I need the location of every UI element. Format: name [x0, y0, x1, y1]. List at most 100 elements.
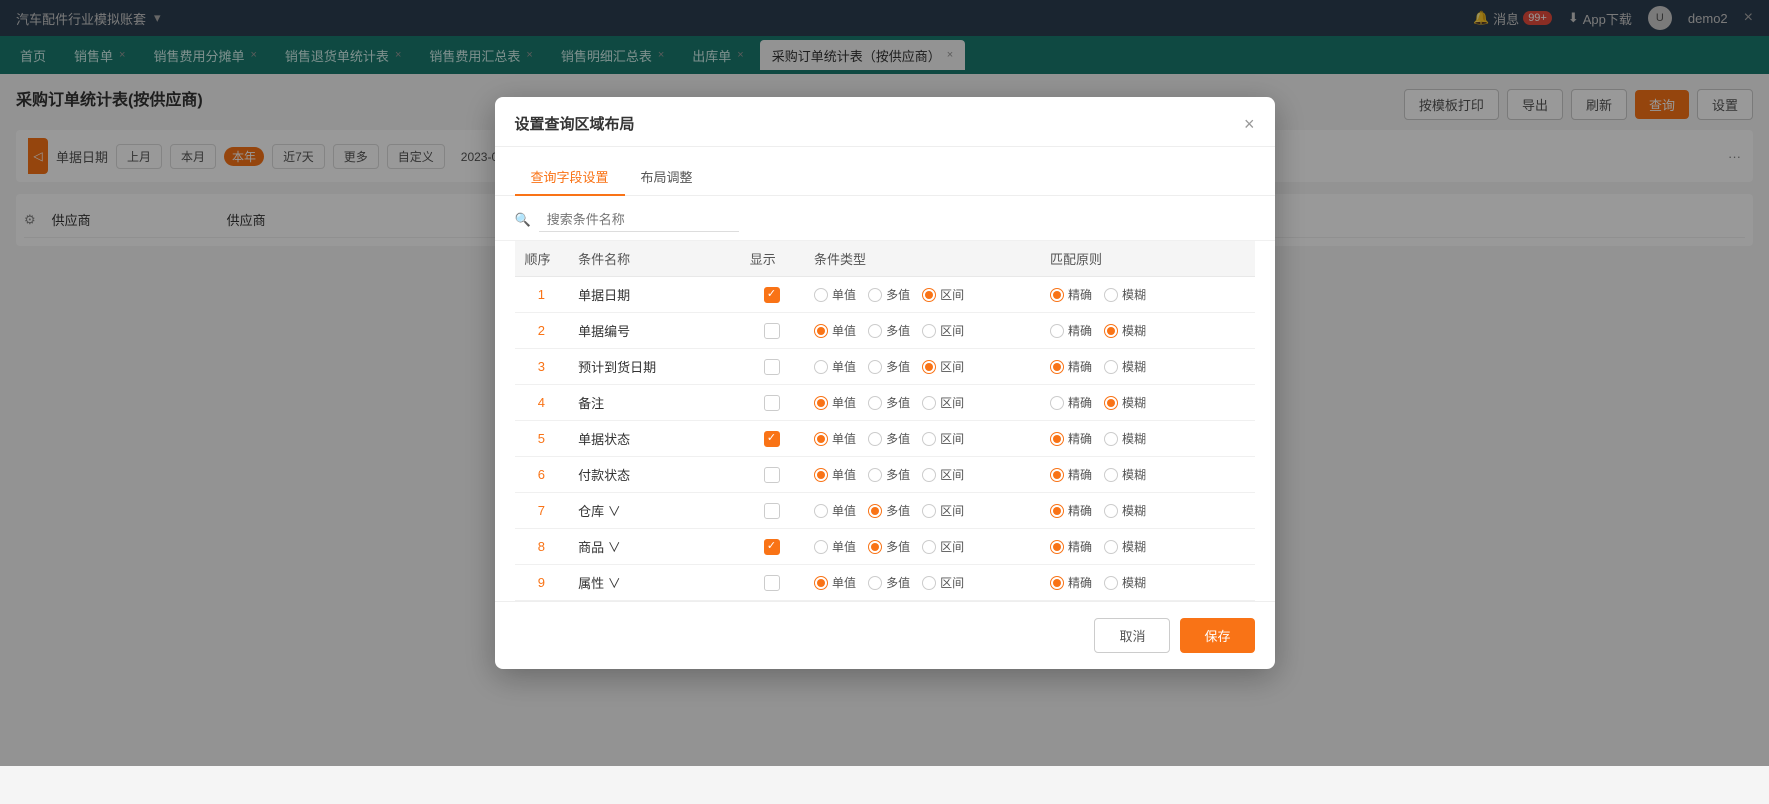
type-radio-item[interactable]: 多值 — [868, 358, 910, 375]
type-radio[interactable] — [922, 396, 936, 410]
type-radio-item[interactable]: 区间 — [922, 574, 964, 591]
type-radio[interactable] — [922, 432, 936, 446]
type-radio[interactable] — [868, 288, 882, 302]
type-radio-item[interactable]: 区间 — [922, 538, 964, 555]
match-radio-item[interactable]: 精确 — [1050, 358, 1092, 375]
type-radio-item[interactable]: 多值 — [868, 538, 910, 555]
cell-show[interactable] — [740, 565, 804, 601]
type-radio[interactable] — [868, 576, 882, 590]
type-radio[interactable] — [922, 468, 936, 482]
match-radio-item[interactable]: 模糊 — [1104, 538, 1146, 555]
show-checkbox[interactable] — [764, 503, 780, 519]
type-radio[interactable] — [922, 288, 936, 302]
match-radio-item[interactable]: 精确 — [1050, 574, 1092, 591]
tab-query-fields[interactable]: 查询字段设置 — [515, 159, 625, 196]
match-radio[interactable] — [1104, 288, 1118, 302]
match-radio[interactable] — [1050, 576, 1064, 590]
type-radio-item[interactable]: 区间 — [922, 394, 964, 411]
type-radio-item[interactable]: 单值 — [814, 466, 856, 483]
match-radio[interactable] — [1050, 540, 1064, 554]
match-radio[interactable] — [1104, 468, 1118, 482]
type-radio[interactable] — [922, 324, 936, 338]
cell-show[interactable] — [740, 421, 804, 457]
type-radio-item[interactable]: 区间 — [922, 322, 964, 339]
show-checkbox[interactable] — [764, 539, 780, 555]
match-radio-item[interactable]: 模糊 — [1104, 358, 1146, 375]
type-radio-item[interactable]: 多值 — [868, 430, 910, 447]
cell-show[interactable] — [740, 457, 804, 493]
type-radio[interactable] — [922, 540, 936, 554]
match-radio[interactable] — [1050, 324, 1064, 338]
match-radio[interactable] — [1104, 432, 1118, 446]
save-button[interactable]: 保存 — [1180, 618, 1254, 653]
type-radio-item[interactable]: 单值 — [814, 430, 856, 447]
type-radio-item[interactable]: 多值 — [868, 466, 910, 483]
show-checkbox[interactable] — [764, 359, 780, 375]
type-radio-item[interactable]: 单值 — [814, 574, 856, 591]
type-radio[interactable] — [868, 432, 882, 446]
match-radio-item[interactable]: 模糊 — [1104, 322, 1146, 339]
match-radio[interactable] — [1104, 504, 1118, 518]
type-radio-item[interactable]: 单值 — [814, 502, 856, 519]
type-radio[interactable] — [814, 576, 828, 590]
type-radio[interactable] — [868, 504, 882, 518]
type-radio-item[interactable]: 单值 — [814, 394, 856, 411]
type-radio[interactable] — [868, 324, 882, 338]
type-radio-item[interactable]: 区间 — [922, 430, 964, 447]
match-radio-item[interactable]: 精确 — [1050, 502, 1092, 519]
match-radio-item[interactable]: 模糊 — [1104, 286, 1146, 303]
match-radio-item[interactable]: 精确 — [1050, 538, 1092, 555]
type-radio-item[interactable]: 区间 — [922, 502, 964, 519]
show-checkbox[interactable] — [764, 467, 780, 483]
show-checkbox[interactable] — [764, 431, 780, 447]
type-radio[interactable] — [814, 360, 828, 374]
match-radio[interactable] — [1050, 432, 1064, 446]
type-radio-item[interactable]: 多值 — [868, 286, 910, 303]
type-radio-item[interactable]: 单值 — [814, 322, 856, 339]
match-radio[interactable] — [1050, 288, 1064, 302]
dialog-close-button[interactable]: × — [1244, 115, 1255, 133]
match-radio[interactable] — [1050, 468, 1064, 482]
match-radio[interactable] — [1104, 324, 1118, 338]
type-radio-item[interactable]: 单值 — [814, 358, 856, 375]
match-radio[interactable] — [1050, 396, 1064, 410]
match-radio-item[interactable]: 模糊 — [1104, 430, 1146, 447]
type-radio[interactable] — [922, 576, 936, 590]
type-radio[interactable] — [922, 504, 936, 518]
type-radio-item[interactable]: 多值 — [868, 394, 910, 411]
type-radio[interactable] — [814, 324, 828, 338]
show-checkbox[interactable] — [764, 287, 780, 303]
type-radio[interactable] — [814, 504, 828, 518]
type-radio[interactable] — [868, 396, 882, 410]
cancel-button[interactable]: 取消 — [1094, 618, 1170, 653]
show-checkbox[interactable] — [764, 395, 780, 411]
type-radio-item[interactable]: 多值 — [868, 502, 910, 519]
type-radio[interactable] — [868, 468, 882, 482]
match-radio[interactable] — [1104, 540, 1118, 554]
show-checkbox[interactable] — [764, 323, 780, 339]
type-radio[interactable] — [814, 432, 828, 446]
type-radio[interactable] — [814, 540, 828, 554]
cell-show[interactable] — [740, 529, 804, 565]
type-radio-item[interactable]: 多值 — [868, 574, 910, 591]
match-radio-item[interactable]: 模糊 — [1104, 466, 1146, 483]
type-radio[interactable] — [868, 360, 882, 374]
match-radio-item[interactable]: 精确 — [1050, 322, 1092, 339]
match-radio-item[interactable]: 模糊 — [1104, 394, 1146, 411]
match-radio[interactable] — [1104, 576, 1118, 590]
match-radio-item[interactable]: 精确 — [1050, 466, 1092, 483]
type-radio-item[interactable]: 区间 — [922, 466, 964, 483]
type-radio[interactable] — [868, 540, 882, 554]
match-radio-item[interactable]: 精确 — [1050, 286, 1092, 303]
match-radio[interactable] — [1104, 360, 1118, 374]
tab-layout-adjust[interactable]: 布局调整 — [625, 159, 709, 196]
match-radio-item[interactable]: 精确 — [1050, 394, 1092, 411]
match-radio[interactable] — [1050, 504, 1064, 518]
cell-show[interactable] — [740, 385, 804, 421]
match-radio-item[interactable]: 精确 — [1050, 430, 1092, 447]
type-radio-item[interactable]: 区间 — [922, 358, 964, 375]
cell-show[interactable] — [740, 313, 804, 349]
type-radio-item[interactable]: 单值 — [814, 538, 856, 555]
match-radio[interactable] — [1104, 396, 1118, 410]
cell-show[interactable] — [740, 277, 804, 313]
